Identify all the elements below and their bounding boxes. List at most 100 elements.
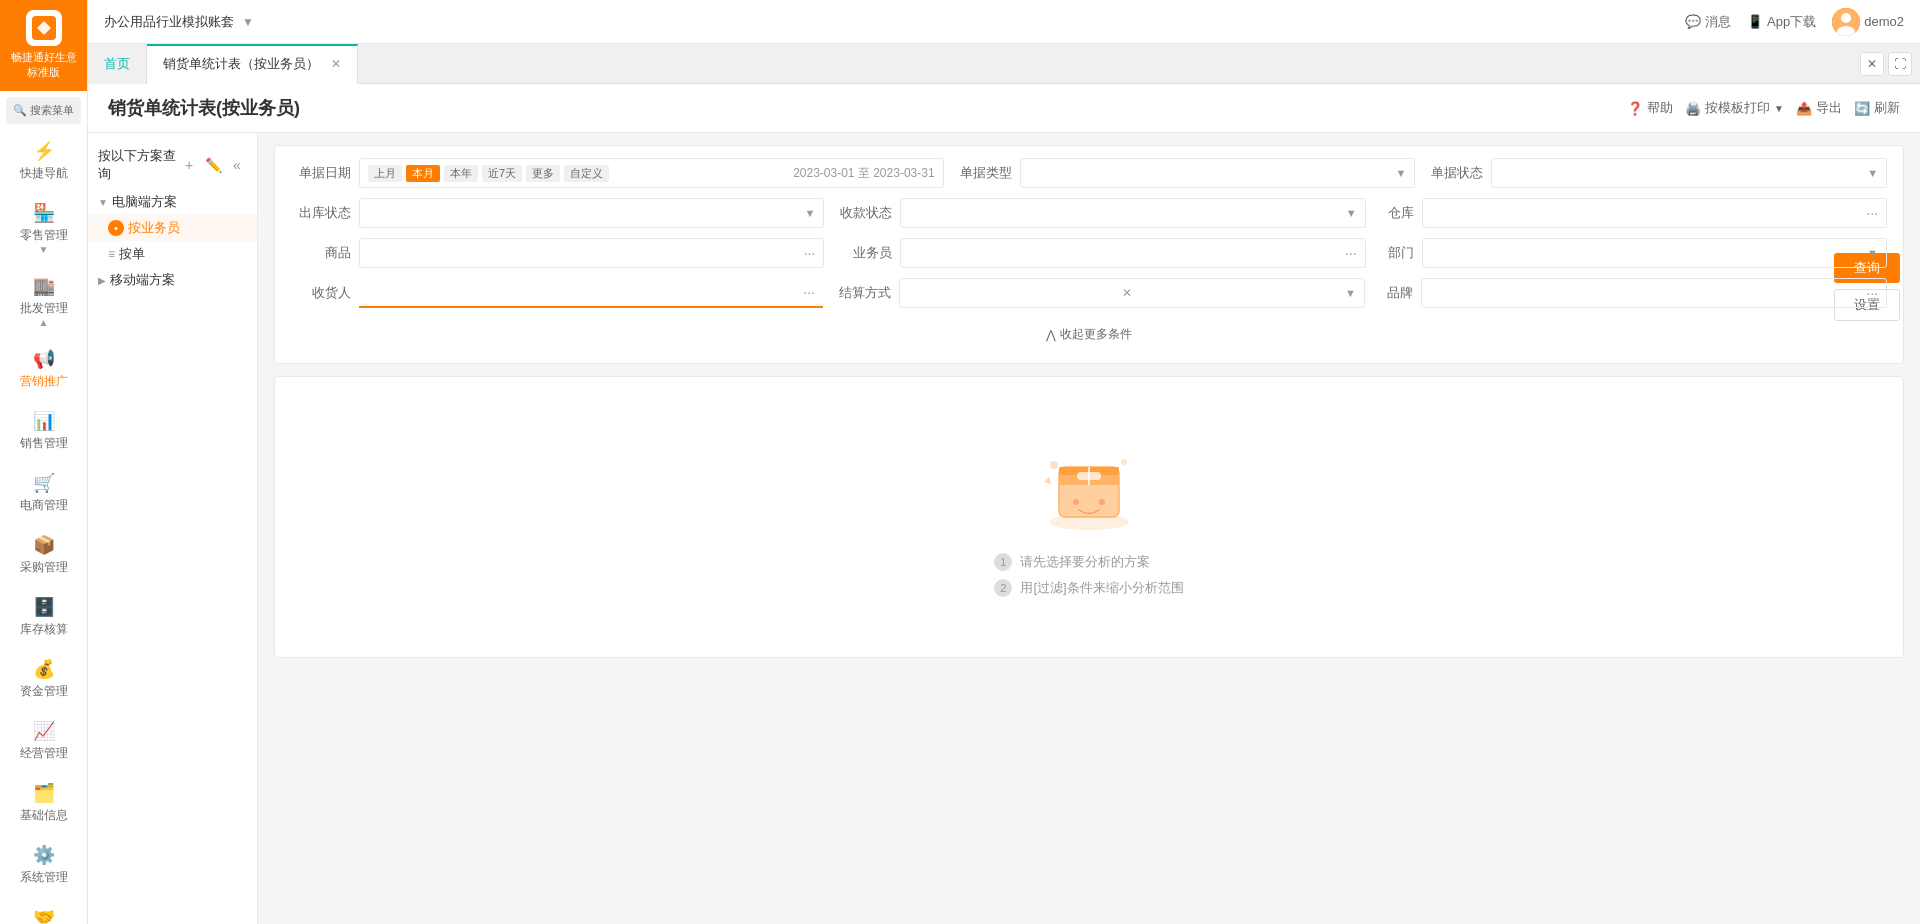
- settlement-label: 结算方式: [831, 284, 891, 302]
- date-more[interactable]: 更多: [526, 165, 560, 182]
- user-profile[interactable]: demo2: [1832, 8, 1904, 36]
- payment-status-filter[interactable]: ▼: [900, 198, 1365, 228]
- svg-rect-10: [1077, 472, 1101, 480]
- sales-icon: 📊: [33, 410, 55, 432]
- tree-item-label: 移动端方案: [110, 271, 175, 289]
- logo[interactable]: 畅捷通好生意 标准版: [0, 0, 87, 91]
- help-btn[interactable]: ❓ 帮助: [1627, 99, 1673, 117]
- main-area: 办公用品行业模拟账套 ▼ 💬 消息 📱 App下载 demo2 首页: [88, 0, 1920, 924]
- sidebar-item-finance[interactable]: 💰 资金管理: [0, 648, 87, 710]
- avatar: [1832, 8, 1860, 36]
- messages-btn[interactable]: 💬 消息: [1685, 13, 1731, 31]
- settlement-filter[interactable]: ✕ ▼: [899, 278, 1365, 308]
- tree-item-bystaff[interactable]: • 按业务员: [88, 215, 257, 241]
- refresh-btn[interactable]: 🔄 刷新: [1854, 99, 1900, 117]
- svg-point-14: [1121, 459, 1127, 465]
- inventory-icon: 🗄️: [33, 596, 55, 618]
- tree-item-mobile[interactable]: ▶ 移动端方案: [88, 267, 257, 293]
- tree-item-byorder[interactable]: ≡ 按单: [88, 241, 257, 267]
- doc-status-filter[interactable]: ▼: [1491, 158, 1887, 188]
- basic-icon: 🗂️: [33, 782, 55, 804]
- collapse-panel-btn[interactable]: «: [227, 155, 247, 175]
- out-status-filter[interactable]: ▼: [359, 198, 824, 228]
- tree-item-desktop[interactable]: ▼ 电脑端方案: [88, 189, 257, 215]
- add-scheme-btn[interactable]: +: [179, 155, 199, 175]
- doc-type-filter[interactable]: ▼: [1020, 158, 1416, 188]
- tab-close-window-btn[interactable]: ✕: [1860, 52, 1884, 76]
- brand-filter[interactable]: ···: [1421, 278, 1887, 308]
- edit-scheme-btn[interactable]: ✏️: [203, 155, 223, 175]
- export-label: 导出: [1816, 99, 1842, 117]
- topbar-dropdown-icon[interactable]: ▼: [242, 15, 254, 29]
- left-panel-label: 按以下方案查询: [98, 147, 179, 183]
- staff-label: 业务员: [832, 244, 892, 262]
- left-panel-header: 按以下方案查询 + ✏️ «: [88, 141, 257, 189]
- dept-filter[interactable]: ▼: [1422, 238, 1887, 268]
- svg-point-11: [1073, 499, 1079, 505]
- page-header: 销货单统计表(按业务员) ❓ 帮助 🖨️ 按模板打印 ▼ 📤 导出 🔄 刷: [88, 84, 1920, 133]
- date-last-month[interactable]: 上月: [368, 165, 402, 182]
- export-btn[interactable]: 📤 导出: [1796, 99, 1842, 117]
- date-custom[interactable]: 自定义: [564, 165, 609, 182]
- app-download-btn[interactable]: 📱 App下载: [1747, 13, 1816, 31]
- empty-hints: 1 请先选择要分析的方案 2 用[过滤]条件来缩小分析范围: [994, 553, 1183, 597]
- consignee-dots-icon: ···: [803, 284, 815, 300]
- hint-item-1: 1 请先选择要分析的方案: [994, 553, 1183, 571]
- wholesale-icon: 🏬: [33, 275, 55, 297]
- staff-dots-icon: ···: [1345, 245, 1357, 261]
- warehouse-filter[interactable]: ···: [1422, 198, 1887, 228]
- filter-row-3: 商品 ··· 业务员 ··· 部门 ▼: [291, 238, 1887, 268]
- tree-order-icon: ≡: [108, 247, 115, 261]
- logo-text: 畅捷通好生意: [11, 50, 77, 65]
- date-this-year[interactable]: 本年: [444, 165, 478, 182]
- sidebar-item-enterprise[interactable]: 🤝 企业协同: [0, 896, 87, 924]
- date-filter[interactable]: 上月 本月 本年 近7天 更多 自定义 2023-03-01 至 2023-03…: [359, 158, 944, 188]
- out-status-chevron-icon: ▼: [804, 207, 815, 219]
- staff-filter[interactable]: ···: [900, 238, 1365, 268]
- sidebar-item-system[interactable]: ⚙️ 系统管理: [0, 834, 87, 896]
- sidebar-item-inventory[interactable]: 🗄️ 库存核算: [0, 586, 87, 648]
- print-chevron-icon: ▼: [1774, 103, 1784, 114]
- tabbar: 首页 销货单统计表（按业务员） ✕ ✕ ⛶: [88, 44, 1920, 84]
- sidebar-item-ecommerce[interactable]: 🛒 电商管理: [0, 462, 87, 524]
- sidebar-item-wholesale[interactable]: 🏬 批发管理 ▲: [0, 265, 87, 338]
- search-nav[interactable]: 🔍 搜索菜单: [6, 97, 81, 124]
- report-tab-label: 销货单统计表（按业务员）: [163, 55, 319, 73]
- system-icon: ⚙️: [33, 844, 55, 866]
- tab-home[interactable]: 首页: [88, 44, 147, 84]
- sidebar-item-basic[interactable]: 🗂️ 基础信息: [0, 772, 87, 834]
- date-7days[interactable]: 近7天: [482, 165, 522, 182]
- sidebar-item-quicknav[interactable]: ⚡ 快捷导航: [0, 130, 87, 192]
- payment-status-chevron-icon: ▼: [1346, 207, 1357, 219]
- goods-filter[interactable]: ···: [359, 238, 824, 268]
- consignee-label: 收货人: [291, 284, 351, 302]
- sidebar-item-label: 批发管理: [20, 300, 68, 317]
- consignee-filter[interactable]: ···: [359, 278, 823, 308]
- sidebar-item-sales[interactable]: 📊 销售管理: [0, 400, 87, 462]
- sidebar-item-operations[interactable]: 📈 经营管理: [0, 710, 87, 772]
- doc-status-chevron-icon: ▼: [1867, 167, 1878, 179]
- tab-report[interactable]: 销货单统计表（按业务员） ✕: [147, 44, 358, 84]
- print-label: 按模板打印: [1705, 99, 1770, 117]
- doc-type-chevron-icon: ▼: [1395, 167, 1406, 179]
- hint-num-1: 1: [994, 553, 1012, 571]
- topbar-right: 💬 消息 📱 App下载 demo2: [1685, 8, 1904, 36]
- finance-icon: 💰: [33, 658, 55, 680]
- tab-close-icon[interactable]: ✕: [331, 57, 341, 71]
- tab-maximize-btn[interactable]: ⛶: [1888, 52, 1912, 76]
- sidebar-item-retail[interactable]: 🏪 零售管理 ▼: [0, 192, 87, 265]
- topbar-title: 办公用品行业模拟账套: [104, 13, 234, 31]
- print-btn[interactable]: 🖨️ 按模板打印 ▼: [1685, 99, 1784, 117]
- date-this-month[interactable]: 本月: [406, 165, 440, 182]
- wholesale-expand-icon: ▲: [39, 317, 49, 328]
- settlement-clear-icon[interactable]: ✕: [1122, 286, 1132, 300]
- collapse-btn[interactable]: ⋀ 收起更多条件: [1046, 326, 1132, 343]
- left-panel: 按以下方案查询 + ✏️ « ▼ 电脑端方案 • 按业务员: [88, 133, 258, 924]
- dept-label: 部门: [1374, 244, 1414, 262]
- sidebar-item-purchase[interactable]: 📦 采购管理: [0, 524, 87, 586]
- collapse-label: 收起更多条件: [1060, 326, 1132, 343]
- sidebar-item-label: 系统管理: [20, 869, 68, 886]
- page-header-actions: ❓ 帮助 🖨️ 按模板打印 ▼ 📤 导出 🔄 刷新: [1627, 99, 1900, 129]
- payment-status-label: 收款状态: [832, 204, 892, 222]
- sidebar-item-marketing[interactable]: 📢 营销推广: [0, 338, 87, 400]
